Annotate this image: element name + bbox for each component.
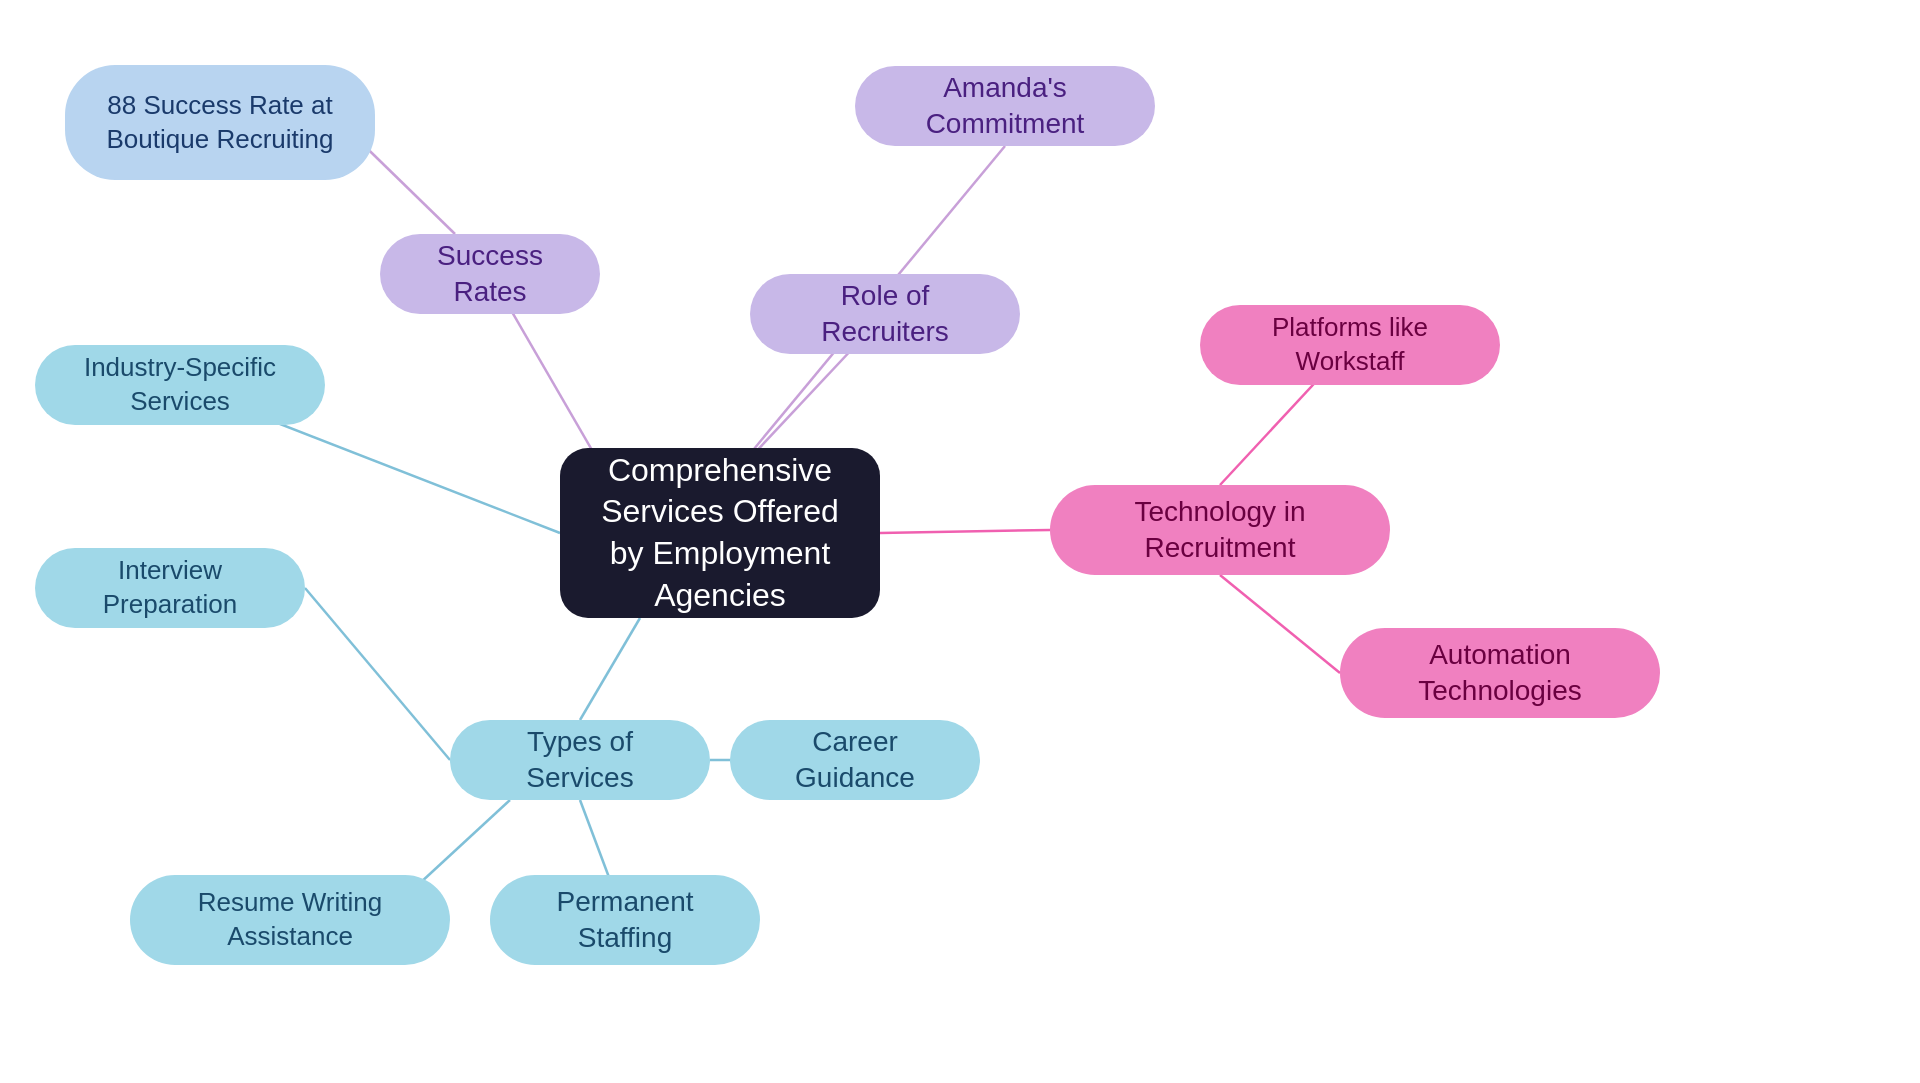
amandas-commitment-node: Amanda's Commitment <box>855 66 1155 146</box>
interview-preparation-label: Interview Preparation <box>63 554 277 622</box>
technology-recruitment-node: Technology in Recruitment <box>1050 485 1390 575</box>
platforms-workstaff-label: Platforms like Workstaff <box>1228 311 1472 379</box>
svg-line-9 <box>305 588 450 760</box>
resume-writing-label: Resume Writing Assistance <box>158 886 422 954</box>
technology-recruitment-label: Technology in Recruitment <box>1078 494 1362 567</box>
platforms-workstaff-node: Platforms like Workstaff <box>1200 305 1500 385</box>
industry-specific-node: Industry-Specific Services <box>35 345 325 425</box>
types-of-services-node: Types of Services <box>450 720 710 800</box>
types-of-services-label: Types of Services <box>478 724 682 797</box>
svg-line-8 <box>580 618 640 720</box>
career-guidance-label: Career Guidance <box>758 724 952 797</box>
automation-technologies-node: Automation Technologies <box>1340 628 1660 718</box>
center-node: Comprehensive Services Offered by Employ… <box>560 448 880 618</box>
career-guidance-node: Career Guidance <box>730 720 980 800</box>
success-rates-label: Success Rates <box>408 238 572 311</box>
role-of-recruiters-node: Role of Recruiters <box>750 274 1020 354</box>
automation-technologies-label: Automation Technologies <box>1368 637 1632 710</box>
svg-line-7 <box>1220 575 1340 673</box>
role-of-recruiters-label: Role of Recruiters <box>778 278 992 351</box>
permanent-staffing-node: Permanent Staffing <box>490 875 760 965</box>
center-label: Comprehensive Services Offered by Employ… <box>590 450 850 616</box>
resume-writing-node: Resume Writing Assistance <box>130 875 450 965</box>
success-rates-node: Success Rates <box>380 234 600 314</box>
boutique-recruiting-label: 88 Success Rate at Boutique Recruiting <box>93 89 347 157</box>
interview-preparation-node: Interview Preparation <box>35 548 305 628</box>
boutique-recruiting-node: 88 Success Rate at Boutique Recruiting <box>65 65 375 180</box>
svg-line-5 <box>880 530 1050 533</box>
industry-specific-label: Industry-Specific Services <box>63 351 297 419</box>
amandas-commitment-label: Amanda's Commitment <box>883 70 1127 143</box>
permanent-staffing-label: Permanent Staffing <box>518 884 732 957</box>
